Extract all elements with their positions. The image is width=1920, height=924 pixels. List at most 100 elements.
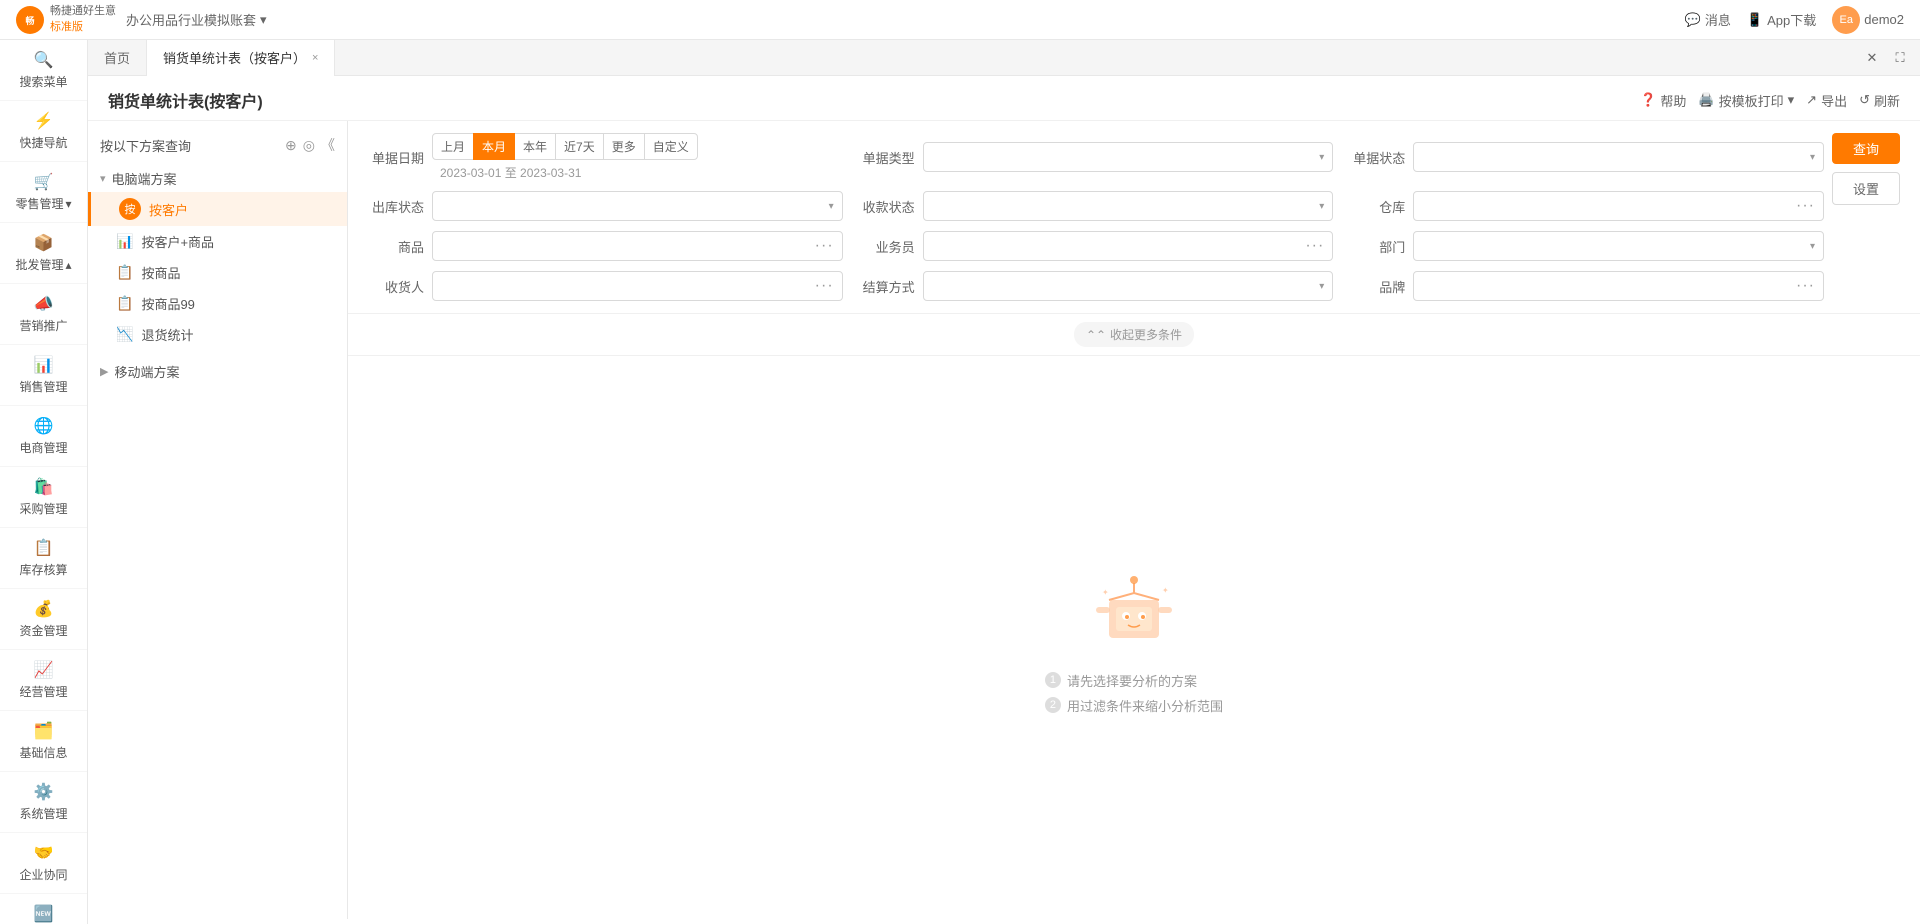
sidebar-item-finance[interactable]: 💰 资金管理 [0,589,87,650]
chevron-icon: ▾ [65,197,71,211]
export-label: 导出 [1821,91,1847,110]
hint-text-2: 用过滤条件来缩小分析范围 [1067,696,1223,715]
refresh-button[interactable]: ↺ 刷新 [1859,91,1900,110]
customer-product-icon: 📊 [116,233,133,250]
department-arrow-icon: ▾ [1810,241,1815,252]
department-input[interactable]: ▾ [1413,231,1824,261]
sidebar-item-sales[interactable]: 📊 销售管理 [0,345,87,406]
sidebar-item-marketing[interactable]: 📣 营销推广 [0,284,87,345]
tab-sales-stats[interactable]: 销货单统计表（按客户） × [147,40,335,76]
sidebar-item-inventory[interactable]: 📋 库存核算 [0,528,87,589]
tab-controls: ✕ ⛶ [1852,46,1920,70]
brand-dots-icon: ··· [1796,277,1815,295]
receiver-input[interactable]: ··· [432,271,843,301]
scheme-item-customer[interactable]: 按 按客户 [88,192,347,226]
scheme-item-label: 按商品 [141,263,180,282]
sidebar-item-ecommerce[interactable]: 🌐 电商管理 [0,406,87,467]
sidebar-item-retail[interactable]: 🛒 零售管理 ▾ [0,162,87,223]
settings-scheme-button[interactable]: ◎ [303,137,315,154]
page-title: 销货单统计表(按客户) [108,88,263,112]
hint-text-1: 请先选择要分析的方案 [1067,671,1197,690]
date-btn-thismonth[interactable]: 本月 [473,133,515,160]
product-icon: 📋 [116,264,133,281]
scheme-group-pc-header[interactable]: ▾ 电脑端方案 [88,165,347,192]
date-btn-lastmonth[interactable]: 上月 [432,133,474,160]
sidebar-item-collab[interactable]: 🤝 企业协同 [0,833,87,894]
sidebar-item-wholesale[interactable]: 📦 批发管理 ▴ [0,223,87,284]
scheme-group-mobile-header[interactable]: ▶ 移动端方案 [88,358,347,385]
help-icon: ❓ [1640,92,1656,108]
outstatus-input[interactable]: ▾ [432,191,843,221]
add-scheme-button[interactable]: ⊕ [285,137,297,154]
sidebar-item-label: 快捷导航 [19,134,67,151]
sidebar-item-newuser[interactable]: 🆕 新手引导 [0,894,87,924]
doctype-input[interactable]: ▾ [923,142,1334,172]
marketing-icon: 📣 [34,294,54,314]
settlemethod-input[interactable]: ▾ [923,271,1334,301]
tab-close-icon[interactable]: × [312,52,318,64]
filter-product-field: 商品 ··· [368,231,843,261]
tab-maximize-button[interactable]: ⛶ [1888,46,1912,70]
two-panel: 按以下方案查询 ⊕ ◎ 《 ▾ 电脑端方案 [88,121,1920,919]
scheme-item-product99[interactable]: 📋 按商品99 [88,288,347,319]
purchase-icon: 🛍️ [34,477,54,497]
product-label: 商品 [368,237,424,256]
industry-selector[interactable]: 办公用品行业模拟账套 ▾ [126,10,267,29]
scheme-item-product[interactable]: 📋 按商品 [88,257,347,288]
collectstatus-arrow-icon: ▾ [1319,201,1324,212]
sidebar-item-purchase[interactable]: 🛍️ 采购管理 [0,467,87,528]
warehouse-input[interactable]: ··· [1413,191,1824,221]
collapse-scheme-button[interactable]: 《 [321,135,335,155]
print-button[interactable]: 🖨️ 按模板打印 ▾ [1698,91,1794,110]
scheme-item-return[interactable]: 📉 退货统计 [88,319,347,350]
brand-input[interactable]: ··· [1413,271,1824,301]
tab-close-window-button[interactable]: ✕ [1860,46,1884,70]
sidebar-item-label: 经营管理 [19,683,67,700]
header-left: 畅 畅捷通好生意 标准版 办公用品行业模拟账套 ▾ [16,5,267,34]
settings-button[interactable]: 设置 [1832,172,1900,205]
industry-label: 办公用品行业模拟账套 [126,10,256,29]
date-btn-more[interactable]: 更多 [603,133,645,160]
user-menu[interactable]: Ea demo2 [1832,6,1904,34]
hint-number-1: 1 [1045,672,1061,688]
scheme-panel: 按以下方案查询 ⊕ ◎ 《 ▾ 电脑端方案 [88,121,348,919]
help-label: 帮助 [1660,91,1686,110]
empty-hints: 1 请先选择要分析的方案 2 用过滤条件来缩小分析范围 [1045,671,1223,721]
query-button[interactable]: 查询 [1832,133,1900,164]
salesperson-input[interactable]: ··· [923,231,1334,261]
sidebar-item-operations[interactable]: 📈 经营管理 [0,650,87,711]
operations-icon: 📈 [34,660,54,680]
date-btn-thisyear[interactable]: 本年 [514,133,556,160]
product-input[interactable]: ··· [432,231,843,261]
hint-number-2: 2 [1045,697,1061,713]
date-btn-custom[interactable]: 自定义 [644,133,698,160]
app-download-button[interactable]: 📱 App下载 [1747,10,1816,29]
salesperson-dots-icon: ··· [1305,237,1324,255]
sidebar-item-basic[interactable]: 🗂️ 基础信息 [0,711,87,772]
tab-home[interactable]: 首页 [88,40,147,76]
page-header: 销货单统计表(按客户) ❓ 帮助 🖨️ 按模板打印 ▾ ↗ [88,76,1920,121]
wholesale-label: 批发管理 [15,256,63,273]
empty-hint-2: 2 用过滤条件来缩小分析范围 [1045,696,1223,715]
scheme-panel-header: 按以下方案查询 ⊕ ◎ 《 [88,129,347,161]
print-chevron-icon: ▾ [1788,92,1795,108]
help-button[interactable]: ❓ 帮助 [1640,91,1686,110]
collectstatus-input[interactable]: ▾ [923,191,1334,221]
export-button[interactable]: ↗ 导出 [1806,91,1847,110]
sidebar-item-label: 销售管理 [19,378,67,395]
date-btn-last7days[interactable]: 近7天 [555,133,604,160]
scheme-item-customer-product[interactable]: 📊 按客户+商品 [88,226,347,257]
sidebar-item-search[interactable]: 🔍 搜索菜单 [0,40,87,101]
collapse-button[interactable]: ⌃⌃ 收起更多条件 [1074,322,1194,347]
filter-row-2: 出库状态 ▾ 收款状态 [368,191,1824,221]
docstatus-input[interactable]: ▾ [1413,142,1824,172]
message-icon: 💬 [1685,12,1701,28]
sidebar-item-quicknav[interactable]: ⚡ 快捷导航 [0,101,87,162]
sidebar-item-system[interactable]: ⚙️ 系统管理 [0,772,87,833]
empty-illustration: ✦ ✦ [1084,555,1184,655]
department-label: 部门 [1349,237,1405,256]
download-icon: 📱 [1747,12,1763,28]
content-area: 首页 销货单统计表（按客户） × ✕ ⛶ 销货单统计表(按客户) [88,40,1920,924]
message-button[interactable]: 💬 消息 [1685,10,1731,29]
scheme-item-dot: 按 [119,198,141,220]
